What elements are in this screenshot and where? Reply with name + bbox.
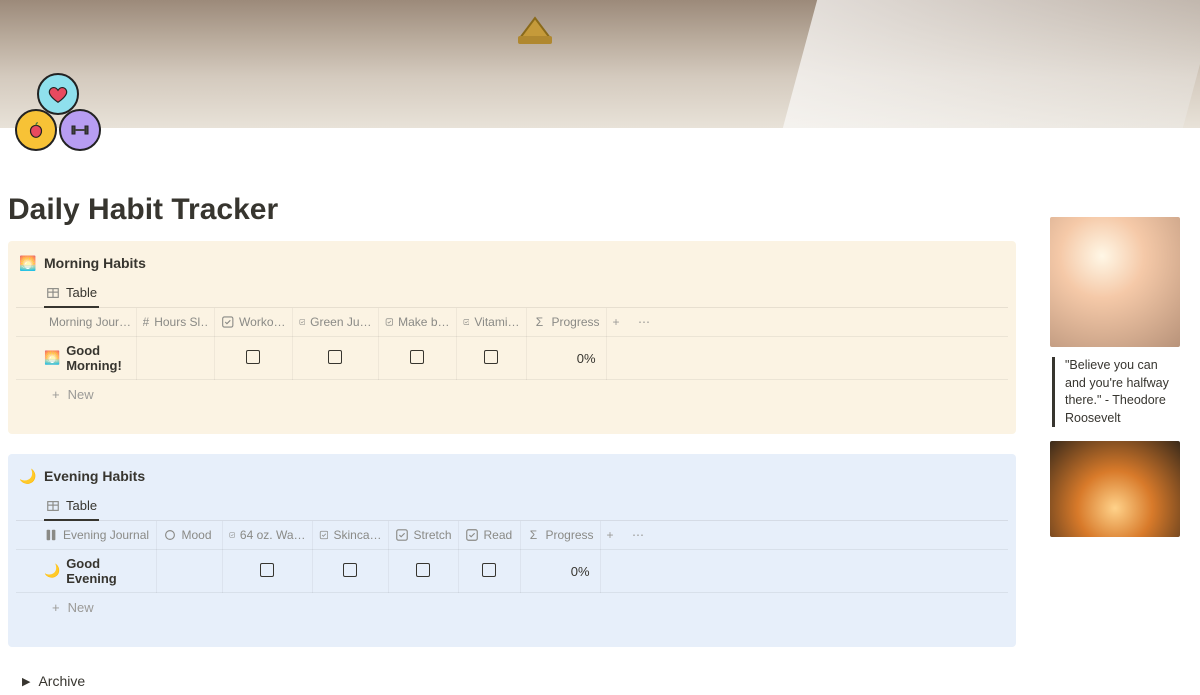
number-icon: # bbox=[143, 315, 150, 329]
checkbox-vitamins[interactable] bbox=[484, 350, 498, 364]
checkbox-stretch[interactable] bbox=[416, 563, 430, 577]
col-vitamins[interactable]: Vitami… bbox=[474, 315, 519, 329]
quote-block: "Believe you can and you're halfway ther… bbox=[1052, 357, 1180, 427]
table-icon bbox=[46, 286, 60, 300]
col-progress[interactable]: Progress bbox=[552, 315, 600, 329]
row-title: Good Morning! bbox=[66, 343, 129, 373]
moon-icon: 🌙 bbox=[20, 468, 36, 484]
checkbox-green-juice[interactable] bbox=[328, 350, 342, 364]
table-row[interactable]: 🌅 Good Morning! 0% bbox=[16, 337, 1008, 380]
page-title: Daily Habit Tracker bbox=[8, 193, 1016, 227]
sidebar: "Believe you can and you're halfway ther… bbox=[1050, 163, 1192, 695]
progress-value: 0% bbox=[571, 564, 590, 579]
page-icon[interactable] bbox=[12, 73, 112, 163]
checkbox-workout[interactable] bbox=[246, 350, 260, 364]
status-icon bbox=[163, 528, 177, 542]
table-more-button[interactable]: ⋯ bbox=[638, 315, 650, 329]
archive-label: Archive bbox=[38, 673, 85, 689]
checkbox-read[interactable] bbox=[482, 563, 496, 577]
col-workout[interactable]: Worko… bbox=[239, 315, 285, 329]
col-progress-evening[interactable]: Progress bbox=[546, 528, 594, 542]
evening-habits-block: 🌙 Evening Habits Table Evening Journal M… bbox=[8, 454, 1016, 647]
moon-icon: 🌙 bbox=[44, 563, 60, 579]
tab-label: Table bbox=[66, 498, 97, 513]
col-make-bed[interactable]: Make b… bbox=[398, 315, 449, 329]
plus-icon: + bbox=[52, 600, 60, 615]
table-more-button[interactable]: ⋯ bbox=[632, 528, 644, 542]
inspiration-image-1 bbox=[1050, 217, 1180, 347]
sunrise-icon: 🌅 bbox=[20, 255, 36, 271]
archive-toggle[interactable]: ▶ Archive bbox=[8, 667, 1016, 695]
checkbox-icon bbox=[229, 528, 235, 542]
triangle-right-icon: ▶ bbox=[22, 675, 30, 688]
col-morning-journal[interactable]: Morning Jour… bbox=[49, 315, 130, 329]
checkbox-icon bbox=[463, 315, 470, 329]
morning-block-title: Morning Habits bbox=[44, 255, 146, 271]
col-mood[interactable]: Mood bbox=[182, 528, 212, 542]
col-evening-journal[interactable]: Evening Journal bbox=[63, 528, 149, 542]
checkbox-icon bbox=[395, 528, 409, 542]
col-green-juice[interactable]: Green Ju… bbox=[310, 315, 371, 329]
row-title: Good Evening bbox=[66, 556, 149, 586]
checkbox-make-bed[interactable] bbox=[410, 350, 424, 364]
morning-view-tabs: Table bbox=[16, 281, 1008, 308]
morning-habits-block: 🌅 Morning Habits Table Morning Jour… # Ho… bbox=[8, 241, 1016, 434]
inspiration-image-2 bbox=[1050, 441, 1180, 537]
table-icon bbox=[46, 499, 60, 513]
tab-label: Table bbox=[66, 285, 97, 300]
col-stretch[interactable]: Stretch bbox=[413, 528, 451, 542]
new-label: New bbox=[68, 387, 94, 402]
tab-table-evening[interactable]: Table bbox=[44, 494, 99, 521]
add-column-button[interactable]: + bbox=[613, 315, 620, 329]
checkbox-icon bbox=[465, 528, 479, 542]
checkbox-water[interactable] bbox=[260, 563, 274, 577]
apple-circle-icon bbox=[15, 109, 57, 151]
formula-icon: Σ bbox=[527, 528, 541, 542]
formula-icon: Σ bbox=[533, 315, 547, 329]
checkbox-icon bbox=[319, 528, 329, 542]
evening-block-title: Evening Habits bbox=[44, 468, 145, 484]
checkbox-icon bbox=[221, 315, 235, 329]
binder-clip-decoration bbox=[510, 10, 560, 50]
checkbox-icon bbox=[299, 315, 306, 329]
plus-icon: + bbox=[52, 387, 60, 402]
checkbox-skincare[interactable] bbox=[343, 563, 357, 577]
cover-image bbox=[0, 0, 1200, 128]
new-label: New bbox=[68, 600, 94, 615]
new-row-button-evening[interactable]: + New bbox=[16, 593, 1008, 619]
heart-circle-icon bbox=[37, 73, 79, 115]
evening-table: Evening Journal Mood 64 oz. Wa… Skinca… … bbox=[16, 521, 1008, 593]
col-skincare[interactable]: Skinca… bbox=[333, 528, 381, 542]
col-water[interactable]: 64 oz. Wa… bbox=[240, 528, 306, 542]
col-read[interactable]: Read bbox=[484, 528, 513, 542]
col-hours-slept[interactable]: Hours Sl… bbox=[154, 315, 207, 329]
evening-view-tabs: Table bbox=[16, 494, 1008, 521]
progress-value: 0% bbox=[577, 351, 596, 366]
page-icon bbox=[44, 528, 58, 542]
sunrise-icon: 🌅 bbox=[44, 350, 60, 366]
tab-table-morning[interactable]: Table bbox=[44, 281, 99, 308]
add-column-button[interactable]: + bbox=[607, 528, 614, 542]
table-row[interactable]: 🌙 Good Evening 0% bbox=[16, 550, 1008, 593]
morning-table: Morning Jour… # Hours Sl… Worko… Green Ju… bbox=[16, 308, 1008, 380]
barbell-circle-icon bbox=[59, 109, 101, 151]
checkbox-icon bbox=[385, 315, 394, 329]
new-row-button-morning[interactable]: + New bbox=[16, 380, 1008, 406]
